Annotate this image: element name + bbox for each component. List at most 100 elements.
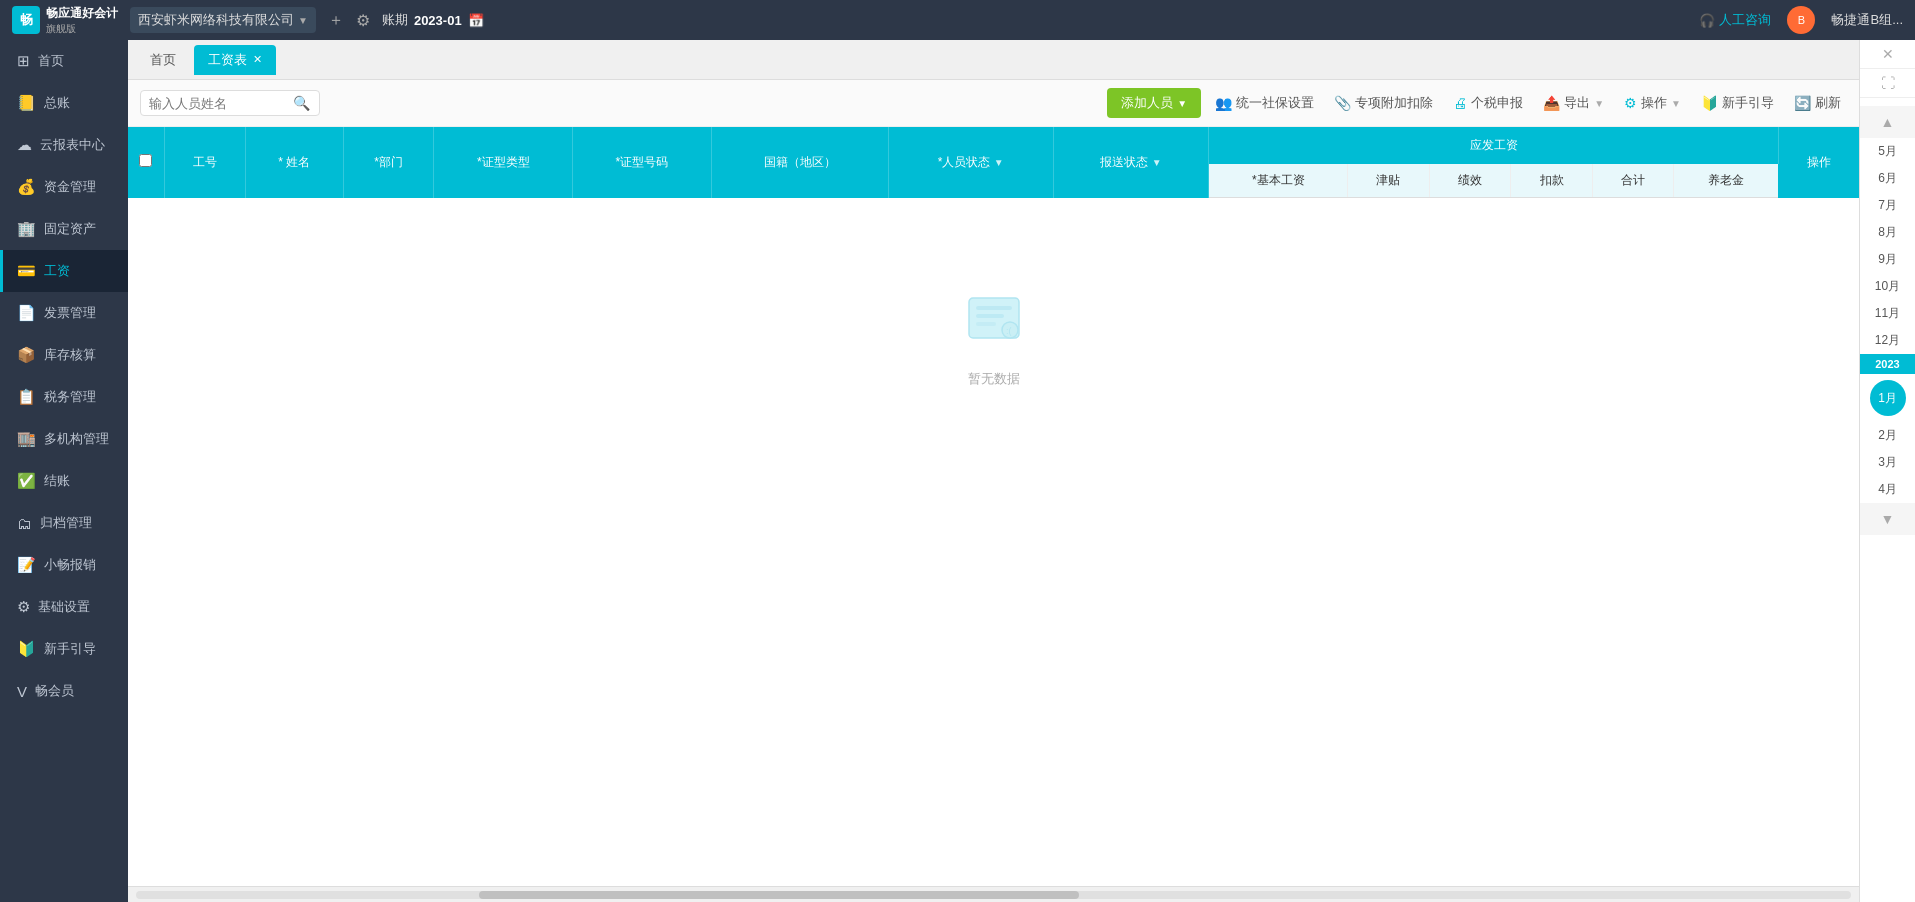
sidebar-item-invoice[interactable]: 📄 发票管理 bbox=[0, 292, 128, 334]
sidebar-item-ledger[interactable]: 📒 总账 bbox=[0, 82, 128, 124]
invoice-icon: 📄 bbox=[17, 304, 36, 322]
th-id-number: *证型号码 bbox=[573, 127, 712, 198]
guide-action-icon: 🔰 bbox=[1701, 95, 1718, 111]
month-8[interactable]: 8月 bbox=[1860, 219, 1915, 246]
report-status-filter-icon[interactable]: ▼ bbox=[1152, 157, 1162, 168]
add-person-button[interactable]: 添加人员 ▼ bbox=[1107, 88, 1201, 118]
th-report-status: 报送状态 ▼ bbox=[1053, 127, 1209, 198]
export-btn[interactable]: 📤 导出 ▼ bbox=[1537, 90, 1610, 116]
sidebar-item-settle[interactable]: ✅ 结账 bbox=[0, 460, 128, 502]
app-name-block: 畅应通好会计 旗舰版 bbox=[46, 5, 118, 36]
toolbar: 🔍 添加人员 ▼ 👥 统一社保设置 📎 专项附加扣除 🖨 个税申报 📤 bbox=[128, 80, 1859, 127]
operate-icon: ⚙ bbox=[1624, 95, 1637, 111]
sidebar-label-archive: 归档管理 bbox=[40, 514, 92, 532]
archive-icon: 🗂 bbox=[17, 515, 32, 532]
svg-rect-1 bbox=[976, 306, 1012, 310]
sidebar-label-ledger: 总账 bbox=[44, 94, 70, 112]
empty-state: :( 暂无数据 bbox=[128, 198, 1859, 468]
month-5[interactable]: 5月 bbox=[1860, 138, 1915, 165]
month-2[interactable]: 2月 bbox=[1860, 422, 1915, 449]
app-name: 畅应通好会计 bbox=[46, 5, 118, 22]
person-status-filter-icon[interactable]: ▼ bbox=[994, 157, 1004, 168]
logo-area: 畅 畅应通好会计 旗舰版 bbox=[12, 5, 118, 36]
th-payroll-group: 应发工资 bbox=[1209, 127, 1778, 164]
current-month[interactable]: 1月 bbox=[1870, 380, 1906, 416]
period-label: 账期 bbox=[382, 11, 408, 29]
account-period: 账期 2023-01 📅 bbox=[382, 11, 484, 29]
search-icon: 🔍 bbox=[293, 95, 310, 111]
special-deduction-btn[interactable]: 📎 专项附加扣除 bbox=[1328, 90, 1439, 116]
company-selector[interactable]: 西安虾米网络科技有限公司 ▼ bbox=[130, 7, 316, 33]
sidebar-item-tax[interactable]: 📋 税务管理 bbox=[0, 376, 128, 418]
sidebar-label-settle: 结账 bbox=[44, 472, 70, 490]
tab-close-icon[interactable]: ✕ bbox=[253, 53, 262, 66]
panel-expand-btn[interactable]: ⛶ bbox=[1860, 69, 1915, 98]
settle-icon: ✅ bbox=[17, 472, 36, 490]
tax-report-btn[interactable]: 🖨 个税申报 bbox=[1447, 90, 1529, 116]
tab-salary-table[interactable]: 工资表 ✕ bbox=[194, 45, 276, 75]
refresh-icon: 🔄 bbox=[1794, 95, 1811, 111]
panel-close-btn[interactable]: ✕ bbox=[1860, 40, 1915, 69]
search-input[interactable] bbox=[149, 96, 289, 111]
sidebar: ⊞ 首页 📒 总账 ☁ 云报表中心 💰 资金管理 🏢 固定资产 💳 工资 📄 发… bbox=[0, 40, 128, 902]
sidebar-item-multi[interactable]: 🏬 多机构管理 bbox=[0, 418, 128, 460]
year-down-btn[interactable]: ▼ bbox=[1860, 503, 1915, 535]
month-7[interactable]: 7月 bbox=[1860, 192, 1915, 219]
user-name[interactable]: 畅捷通B组... bbox=[1831, 11, 1903, 29]
social-settings-btn[interactable]: 👥 统一社保设置 bbox=[1209, 90, 1320, 116]
guide-btn[interactable]: 🔰 新手引导 bbox=[1695, 90, 1780, 116]
sidebar-label-member: 畅会员 bbox=[35, 682, 74, 700]
sidebar-item-archive[interactable]: 🗂 归档管理 bbox=[0, 502, 128, 544]
top-header: 畅 畅应通好会计 旗舰版 西安虾米网络科技有限公司 ▼ ＋ ⚙ 账期 2023-… bbox=[0, 0, 1915, 40]
add-company-btn[interactable]: ＋ bbox=[328, 10, 344, 31]
month-9[interactable]: 9月 bbox=[1860, 246, 1915, 273]
app-edition: 旗舰版 bbox=[46, 22, 118, 36]
user-avatar: B bbox=[1787, 6, 1815, 34]
scrollbar-track[interactable] bbox=[136, 891, 1851, 899]
month-6[interactable]: 6月 bbox=[1860, 165, 1915, 192]
th-country: 国籍（地区） bbox=[711, 127, 888, 198]
month-12[interactable]: 12月 bbox=[1860, 327, 1915, 354]
refresh-btn[interactable]: 🔄 刷新 bbox=[1788, 90, 1847, 116]
gear-icon: ⚙ bbox=[356, 11, 370, 30]
empty-state-icon: :( bbox=[954, 278, 1034, 358]
sidebar-item-inventory[interactable]: 📦 库存核算 bbox=[0, 334, 128, 376]
month-3[interactable]: 3月 bbox=[1860, 449, 1915, 476]
add-btn-arrow-icon: ▼ bbox=[1177, 98, 1187, 109]
sidebar-item-guide[interactable]: 🔰 新手引导 bbox=[0, 628, 128, 670]
add-person-label: 添加人员 bbox=[1121, 94, 1173, 112]
month-4[interactable]: 4月 bbox=[1860, 476, 1915, 503]
period-value: 2023-01 bbox=[414, 13, 462, 28]
special-label: 专项附加扣除 bbox=[1355, 94, 1433, 112]
year-up-btn[interactable]: ▲ bbox=[1860, 106, 1915, 138]
service-btn[interactable]: 🎧 人工咨询 bbox=[1699, 11, 1771, 29]
bottom-scrollbar bbox=[128, 886, 1859, 902]
service-label: 人工咨询 bbox=[1719, 11, 1771, 29]
sidebar-label-funds: 资金管理 bbox=[44, 178, 96, 196]
company-name: 西安虾米网络科技有限公司 bbox=[138, 11, 294, 29]
settings-icon-btn[interactable]: ⚙ bbox=[356, 11, 370, 30]
sidebar-item-assets[interactable]: 🏢 固定资产 bbox=[0, 208, 128, 250]
sidebar-item-salary[interactable]: 💳 工资 bbox=[0, 250, 128, 292]
month-11[interactable]: 11月 bbox=[1860, 300, 1915, 327]
logo-char: 畅 bbox=[20, 11, 33, 29]
home-icon: ⊞ bbox=[17, 52, 30, 70]
select-all-checkbox[interactable] bbox=[139, 154, 152, 167]
tab-home[interactable]: 首页 bbox=[136, 45, 190, 75]
sidebar-item-funds[interactable]: 💰 资金管理 bbox=[0, 166, 128, 208]
search-wrap: 🔍 bbox=[140, 90, 320, 116]
month-10[interactable]: 10月 bbox=[1860, 273, 1915, 300]
tab-salary-label: 工资表 bbox=[208, 51, 247, 69]
sidebar-item-home[interactable]: ⊞ 首页 bbox=[0, 40, 128, 82]
sidebar-item-settings[interactable]: ⚙ 基础设置 bbox=[0, 586, 128, 628]
scrollbar-thumb[interactable] bbox=[479, 891, 1079, 899]
calendar-icon[interactable]: 📅 bbox=[468, 13, 484, 28]
sidebar-label-assets: 固定资产 bbox=[44, 220, 96, 238]
operate-btn[interactable]: ⚙ 操作 ▼ bbox=[1618, 90, 1687, 116]
right-panel: ✕ ⛶ ▲ 5月 6月 7月 8月 9月 10月 11月 12月 2023 1月… bbox=[1859, 40, 1915, 902]
operate-chevron-icon: ▼ bbox=[1671, 98, 1681, 109]
sidebar-item-member[interactable]: V 畅会员 bbox=[0, 670, 128, 712]
th-allowance: 津贴 bbox=[1348, 164, 1430, 198]
sidebar-item-cloud[interactable]: ☁ 云报表中心 bbox=[0, 124, 128, 166]
sidebar-item-report[interactable]: 📝 小畅报销 bbox=[0, 544, 128, 586]
